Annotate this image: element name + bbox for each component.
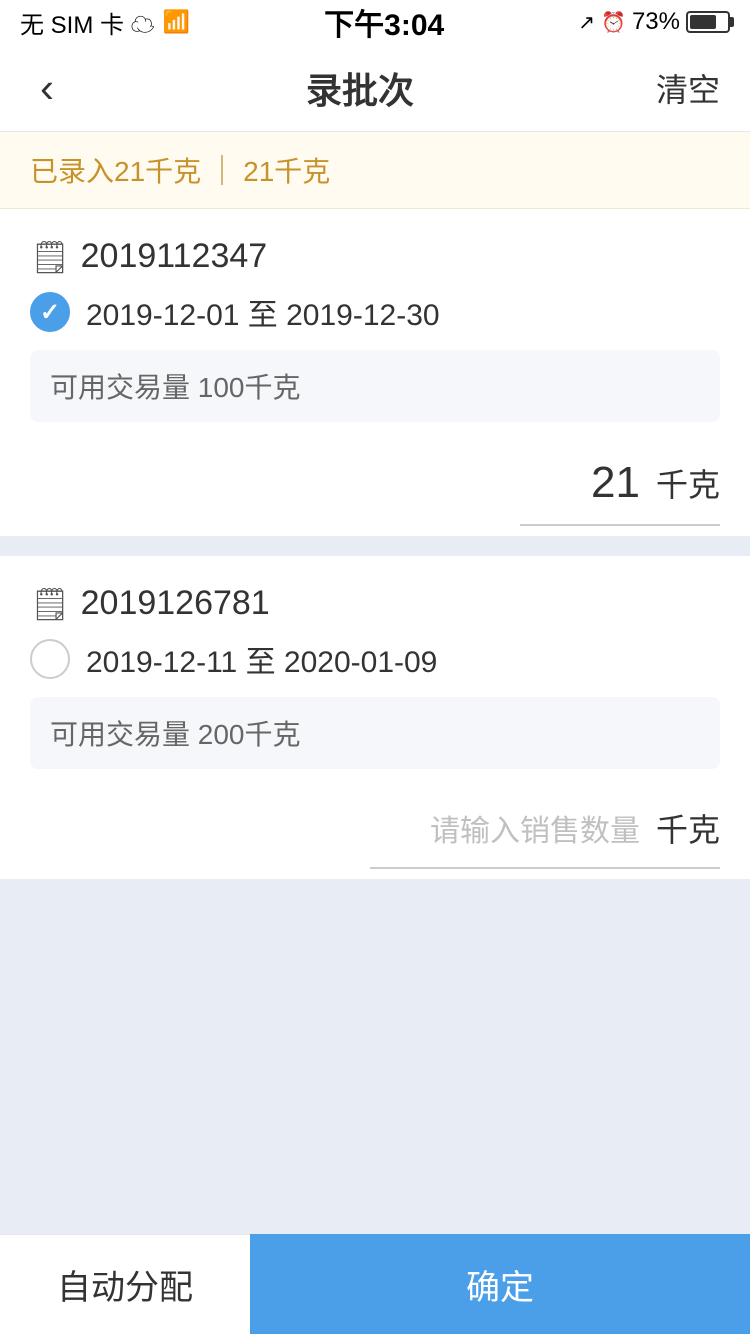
status-right: ↗ ⏰ 73% <box>578 8 730 36</box>
batch2-id: 2019126781 <box>81 584 270 623</box>
batch2-header: 🗒 2019126781 <box>0 556 750 633</box>
batch1-icon: 🗒 <box>30 238 71 276</box>
auto-distribute-button[interactable]: 自动分配 <box>0 1234 250 1334</box>
nav-bar: ‹ 录批次 清空 <box>0 44 750 132</box>
batch1-amount-unit: 千克 <box>656 460 720 506</box>
batch-card-2: 🗒 2019126781 2019-12-11 至 2020-01-09 可用交… <box>0 556 750 879</box>
batch2-input-row: 请输入销售数量 千克 <box>0 789 750 867</box>
batch2-underline-row <box>0 867 750 879</box>
status-left: 无 SIM 卡 ☁ 📶 <box>20 5 190 40</box>
batch2-input-unit: 千克 <box>656 805 720 851</box>
bottom-spacer <box>0 879 750 1259</box>
info-divider <box>221 155 223 185</box>
confirm-button[interactable]: 确定 <box>250 1234 750 1334</box>
batch2-radio[interactable] <box>30 639 70 679</box>
batch1-underline-row <box>0 524 750 526</box>
info-banner: 已录入21千克 21千克 <box>0 132 750 209</box>
page-title: 录批次 <box>306 62 414 114</box>
battery-fill <box>690 15 716 29</box>
batch1-amount-value: 21 <box>591 458 640 508</box>
batch1-amount-row: 21 千克 <box>0 442 750 524</box>
batch2-input-placeholder: 请输入销售数量 <box>430 806 640 850</box>
section-divider <box>0 536 750 556</box>
batch1-underline <box>520 524 720 526</box>
no-sim-text: 无 SIM 卡 ☁ <box>20 5 155 40</box>
batch1-header: 🗒 2019112347 <box>0 209 750 286</box>
batch1-date-row: 2019-12-01 至 2019-12-30 <box>0 286 750 350</box>
total-label: 21千克 <box>243 150 330 190</box>
batch1-radio[interactable] <box>30 292 70 332</box>
batch2-volume: 可用交易量 200千克 <box>30 697 720 769</box>
batch1-amount-container: 21 千克 <box>0 442 750 536</box>
batch2-underline <box>370 867 720 869</box>
batch1-date: 2019-12-01 至 2019-12-30 <box>86 290 440 334</box>
status-time: 下午3:04 <box>324 0 444 44</box>
back-button[interactable]: ‹ <box>30 54 64 122</box>
clear-button[interactable]: 清空 <box>656 65 720 111</box>
batch-card-1: 🗒 2019112347 2019-12-01 至 2019-12-30 可用交… <box>0 209 750 536</box>
battery-text: 73% <box>632 8 680 36</box>
bottom-buttons: 自动分配 确定 <box>0 1234 750 1334</box>
wifi-icon: 📶 <box>163 9 190 35</box>
batch1-volume-text: 可用交易量 100千克 <box>50 372 301 403</box>
batch1-id: 2019112347 <box>81 237 268 276</box>
battery-icon <box>686 11 730 33</box>
location-icon: ↗ <box>578 10 595 35</box>
batch2-icon: 🗒 <box>30 585 71 623</box>
batch2-date: 2019-12-11 至 2020-01-09 <box>86 637 437 681</box>
batch2-volume-text: 可用交易量 200千克 <box>50 719 301 750</box>
batch2-date-row: 2019-12-11 至 2020-01-09 <box>0 633 750 697</box>
status-bar: 无 SIM 卡 ☁ 📶 下午3:04 ↗ ⏰ 73% <box>0 0 750 44</box>
batch1-volume: 可用交易量 100千克 <box>30 350 720 422</box>
recorded-label: 已录入21千克 <box>30 150 201 190</box>
alarm-icon: ⏰ <box>601 10 626 35</box>
